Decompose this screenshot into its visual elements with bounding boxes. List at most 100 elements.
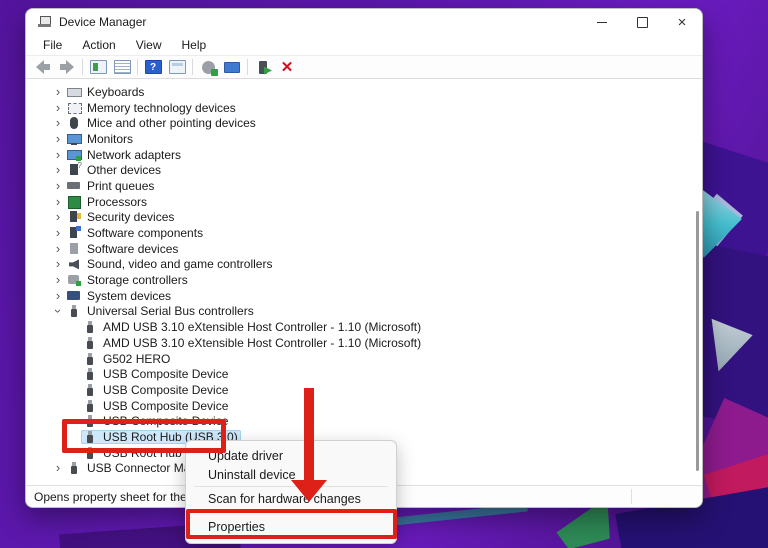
usb-icon bbox=[83, 352, 97, 365]
tree-item[interactable]: Print queues bbox=[65, 179, 157, 193]
tree-row[interactable]: AMD USB 3.10 eXtensible Host Controller … bbox=[26, 319, 696, 335]
tree-row[interactable]: › Software components bbox=[26, 225, 696, 241]
tree-row[interactable]: › Other devices bbox=[26, 161, 696, 178]
tree-item[interactable]: AMD USB 3.10 eXtensible Host Controller … bbox=[81, 320, 424, 334]
tree-item[interactable]: Other devices bbox=[65, 161, 164, 177]
update-driver-icon[interactable] bbox=[196, 57, 220, 77]
tree-row[interactable]: › Processors bbox=[26, 194, 696, 210]
tree-item[interactable]: Processors bbox=[65, 195, 150, 209]
system-icon bbox=[67, 290, 81, 302]
chevron-right-icon[interactable]: › bbox=[51, 179, 65, 192]
tree-item-label: USB Composite Device bbox=[103, 398, 229, 413]
usb-icon bbox=[67, 305, 81, 318]
tree-item[interactable]: USB Composite Device bbox=[81, 367, 231, 381]
tree-item-label: Security devices bbox=[87, 210, 175, 225]
tree-row[interactable]: USB Composite Device bbox=[26, 382, 696, 398]
tree-item-label: Software devices bbox=[87, 241, 179, 256]
maximize-button[interactable] bbox=[622, 9, 662, 35]
tree-row[interactable]: USB Composite Device bbox=[26, 366, 696, 382]
scan-hardware-changes-icon[interactable] bbox=[251, 57, 275, 77]
tree-row[interactable]: › Sound, video and game controllers bbox=[26, 257, 696, 273]
tree-row[interactable]: › Monitors bbox=[26, 131, 696, 147]
tree-item[interactable]: AMD USB 3.10 eXtensible Host Controller … bbox=[81, 336, 424, 350]
keyboard-icon bbox=[67, 86, 82, 98]
chevron-right-icon[interactable]: › bbox=[51, 195, 65, 208]
tree-row[interactable]: › Keyboards bbox=[26, 84, 696, 100]
show-console-tree-icon[interactable] bbox=[86, 57, 110, 77]
printer-icon bbox=[67, 180, 81, 192]
tree-item-label: Universal Serial Bus controllers bbox=[87, 304, 254, 319]
tree-item-label: Keyboards bbox=[87, 84, 145, 99]
tree-item-label: AMD USB 3.10 eXtensible Host Controller … bbox=[103, 335, 422, 350]
tree-row[interactable]: › Mice and other pointing devices bbox=[26, 115, 696, 131]
tree-item[interactable]: USB Composite Device bbox=[81, 399, 231, 413]
tree-row[interactable]: › Software devices bbox=[26, 241, 696, 257]
forward-icon[interactable] bbox=[55, 57, 79, 77]
chevron-right-icon[interactable]: › bbox=[51, 132, 65, 145]
menu-file[interactable]: File bbox=[34, 36, 71, 54]
unknown-icon bbox=[67, 161, 82, 176]
tree-item-label: Memory technology devices bbox=[87, 100, 236, 115]
tree-row[interactable]: › Security devices bbox=[26, 210, 696, 226]
chevron-right-icon[interactable]: › bbox=[51, 210, 65, 223]
tree-item[interactable]: Software devices bbox=[65, 242, 181, 256]
tree-row[interactable]: › Print queues bbox=[26, 178, 696, 194]
remote-computer-icon[interactable] bbox=[220, 57, 244, 77]
tree-item[interactable]: Security devices bbox=[65, 210, 177, 224]
tree-item-label: G502 HERO bbox=[103, 351, 171, 366]
vertical-scrollbar[interactable] bbox=[696, 211, 699, 471]
tree-row[interactable]: G502 HERO bbox=[26, 351, 696, 367]
menu-bar: File Action View Help bbox=[26, 35, 702, 56]
usb-icon bbox=[67, 462, 81, 475]
help-icon[interactable]: ? bbox=[141, 57, 165, 77]
tree-item[interactable]: Mice and other pointing devices bbox=[65, 116, 259, 130]
tree-row[interactable]: › Memory technology devices bbox=[26, 100, 696, 116]
chevron-right-icon[interactable]: › bbox=[51, 289, 65, 302]
tree-item[interactable]: Software components bbox=[65, 226, 206, 240]
tree-row[interactable]: › Network adapters bbox=[26, 147, 696, 163]
minimize-button[interactable] bbox=[582, 9, 622, 35]
audio-icon bbox=[67, 258, 81, 270]
tree-item[interactable]: USB Composite Device bbox=[81, 383, 231, 397]
export-list-icon[interactable] bbox=[165, 57, 189, 77]
security-icon bbox=[67, 211, 81, 223]
tree-item[interactable]: Network adapters bbox=[65, 148, 184, 162]
chevron-right-icon[interactable]: › bbox=[51, 257, 65, 270]
tree-row[interactable]: › System devices bbox=[26, 288, 696, 304]
properties-icon[interactable] bbox=[110, 57, 134, 77]
tree-item-label: Processors bbox=[87, 194, 148, 209]
chevron-right-icon[interactable]: › bbox=[51, 163, 65, 176]
chevron-down-icon[interactable]: › bbox=[51, 304, 66, 318]
tree-item[interactable]: Storage controllers bbox=[65, 273, 191, 287]
chevron-right-icon[interactable]: › bbox=[51, 242, 65, 255]
chevron-right-icon[interactable]: › bbox=[51, 273, 65, 286]
uninstall-icon[interactable]: ✕ bbox=[275, 57, 299, 77]
usb-icon bbox=[83, 368, 97, 381]
chevron-right-icon[interactable]: › bbox=[51, 461, 65, 474]
tree-row[interactable]: USB Composite Device bbox=[26, 398, 696, 414]
tree-item-label: Print queues bbox=[87, 178, 155, 193]
back-icon[interactable] bbox=[31, 57, 55, 77]
tree-row[interactable]: AMD USB 3.10 eXtensible Host Controller … bbox=[26, 335, 696, 351]
close-button[interactable]: × bbox=[662, 9, 702, 35]
tree-item[interactable]: Universal Serial Bus controllers bbox=[65, 304, 257, 318]
tree-row[interactable]: › Universal Serial Bus controllers bbox=[26, 304, 696, 320]
menu-action[interactable]: Action bbox=[73, 36, 124, 54]
chevron-right-icon[interactable]: › bbox=[51, 101, 65, 114]
tree-row[interactable]: › Storage controllers bbox=[26, 272, 696, 288]
chevron-right-icon[interactable]: › bbox=[51, 148, 65, 161]
tree-item[interactable]: System devices bbox=[65, 289, 174, 303]
chevron-right-icon[interactable]: › bbox=[51, 85, 65, 98]
toolbar-separator bbox=[192, 59, 193, 75]
tree-item[interactable]: G502 HERO bbox=[81, 352, 173, 366]
tree-item[interactable]: Monitors bbox=[65, 132, 136, 146]
menu-help[interactable]: Help bbox=[173, 36, 216, 54]
tree-item[interactable]: Keyboards bbox=[65, 85, 147, 99]
tree-item[interactable]: Memory technology devices bbox=[65, 101, 239, 115]
tree-item[interactable]: Sound, video and game controllers bbox=[65, 257, 275, 271]
menu-view[interactable]: View bbox=[127, 36, 171, 54]
chevron-right-icon[interactable]: › bbox=[51, 116, 65, 129]
title-bar[interactable]: Device Manager × bbox=[26, 9, 702, 35]
tree-item-label: USB Composite Device bbox=[103, 367, 229, 382]
chevron-right-icon[interactable]: › bbox=[51, 226, 65, 239]
